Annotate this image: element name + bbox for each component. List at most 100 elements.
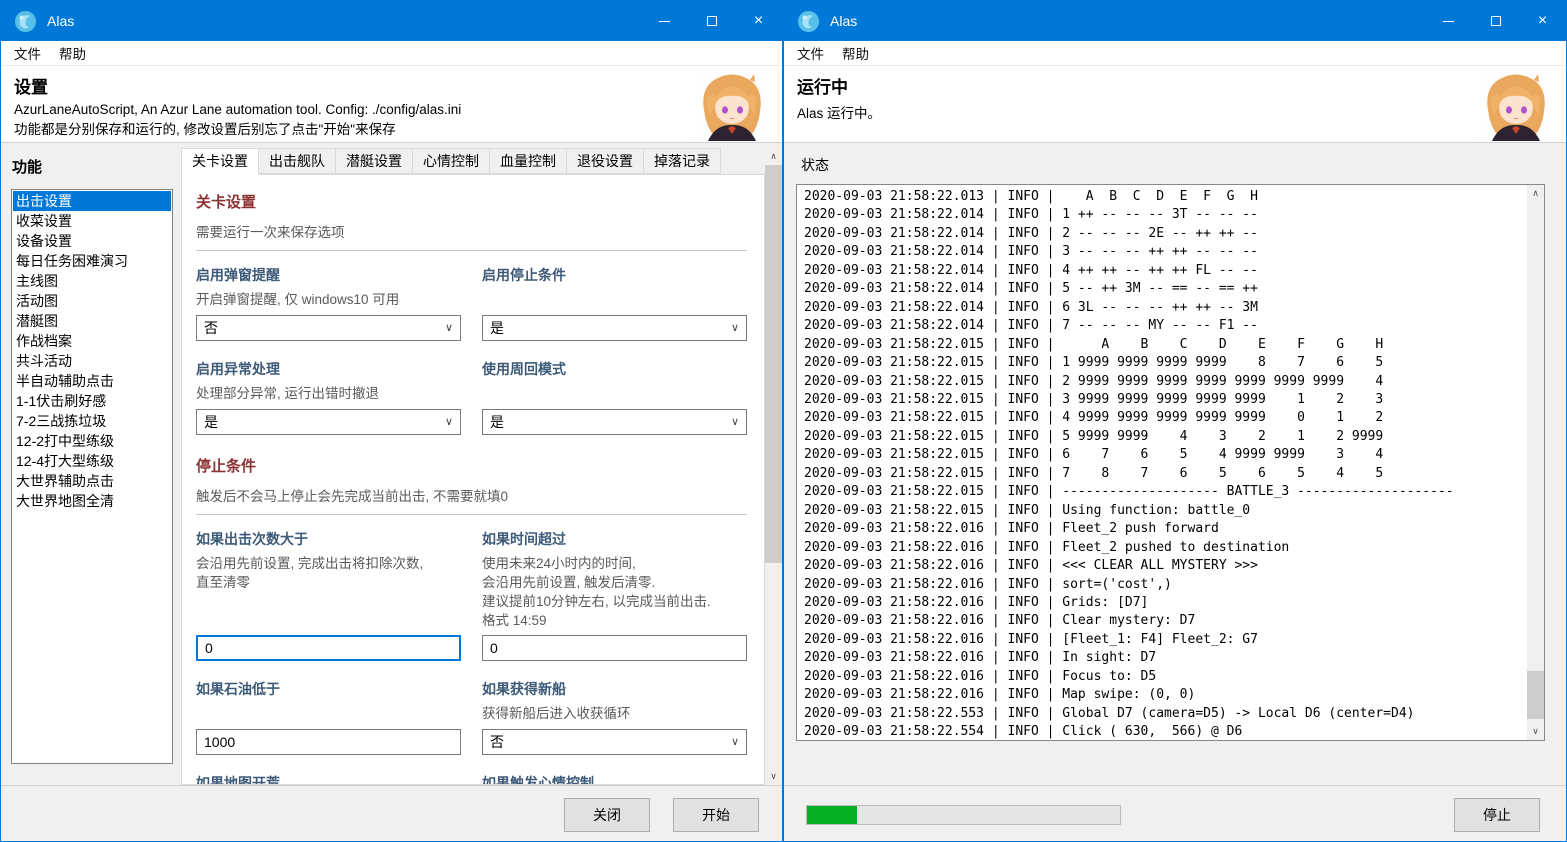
log-scrollbar[interactable]: ∧ ∨ — [1527, 185, 1544, 740]
tab[interactable]: 血量控制 — [489, 148, 567, 174]
sidebar-item[interactable]: 收菜设置 — [13, 211, 171, 231]
chevron-down-icon: ∨ — [731, 323, 739, 334]
stop-condition-select[interactable]: 是 ∨ — [482, 315, 747, 341]
settings-scrollbar[interactable]: ∧ ∨ — [765, 148, 782, 785]
log-line: 2020-09-03 21:58:22.014 | INFO | 5 -- ++… — [804, 280, 1527, 298]
menubar: 文件 帮助 — [784, 41, 1566, 65]
scroll-down-icon[interactable]: ∨ — [1527, 723, 1544, 740]
log-line: 2020-09-03 21:58:22.016 | INFO | Fleet_2… — [804, 520, 1527, 538]
sidebar-item[interactable]: 每日任务困难演习 — [13, 251, 171, 271]
close-button[interactable]: × — [1519, 1, 1566, 41]
scrollbar-thumb[interactable] — [1527, 671, 1544, 719]
sidebar-item[interactable]: 共斗活动 — [13, 351, 171, 371]
sidebar-item[interactable]: 活动图 — [13, 291, 171, 311]
menu-file[interactable]: 文件 — [788, 41, 833, 65]
page-title: 设置 — [1, 66, 782, 101]
settings-tabs[interactable]: 关卡设置出击舰队潜艇设置心情控制血量控制退役设置掉落记录 — [181, 148, 765, 175]
sidebar-item[interactable]: 大世界辅助点击 — [13, 471, 171, 491]
chevron-down-icon: ∨ — [445, 417, 453, 428]
menu-help[interactable]: 帮助 — [50, 41, 95, 65]
run-count-inputbox — [196, 635, 461, 661]
field-desc: 获得新船后进入收获循环 — [482, 704, 747, 723]
close-icon: × — [754, 12, 763, 30]
tab[interactable]: 关卡设置 — [181, 148, 259, 175]
titlebar[interactable]: Alas × — [1, 1, 782, 41]
log-output[interactable]: 2020-09-03 21:58:22.013 | INFO | A B C D… — [797, 185, 1527, 740]
log-box: 2020-09-03 21:58:22.013 | INFO | A B C D… — [796, 184, 1545, 741]
scrollbar-track[interactable] — [765, 165, 782, 768]
close-icon: × — [1538, 12, 1547, 30]
chevron-down-icon: ∨ — [731, 417, 739, 428]
field-loop-mode: 使用周回模式 是 ∨ — [482, 359, 747, 435]
function-list[interactable]: 出击设置收菜设置设备设置每日任务困难演习主线图活动图潜艇图作战档案共斗活动半自动… — [11, 189, 173, 764]
tab[interactable]: 潜艇设置 — [335, 148, 413, 174]
menu-file[interactable]: 文件 — [5, 41, 50, 65]
scroll-up-icon[interactable]: ∧ — [765, 148, 782, 165]
tab[interactable]: 出击舰队 — [258, 148, 336, 174]
field-label: 如果地图开荒 — [196, 773, 461, 785]
section-desc-stage: 需要运行一次来保存选项 — [196, 221, 747, 241]
log-line: 2020-09-03 21:58:22.016 | INFO | <<< CLE… — [804, 557, 1527, 575]
select-value: 否 — [204, 318, 218, 338]
time-limit-input[interactable] — [483, 636, 746, 660]
runner-header: 运行中 Alas 运行中。 — [784, 65, 1566, 143]
settings-main: 关卡设置出击舰队潜艇设置心情控制血量控制退役设置掉落记录 关卡设置 需要运行一次… — [181, 143, 782, 785]
scrollbar-thumb[interactable] — [765, 165, 782, 563]
app-logo-icon — [14, 10, 37, 33]
field-exception: 启用异常处理 处理部分异常, 运行出错时撤退 是 ∨ — [196, 359, 461, 435]
stop-button[interactable]: 停止 — [1454, 798, 1540, 832]
log-line: 2020-09-03 21:58:22.014 | INFO | 4 ++ ++… — [804, 262, 1527, 280]
header-description-1: Alas 运行中。 — [784, 101, 1566, 122]
log-line: 2020-09-03 21:58:22.016 | INFO | sort=('… — [804, 576, 1527, 594]
scroll-up-icon[interactable]: ∧ — [1527, 185, 1544, 202]
sidebar-title: 功能 — [12, 156, 173, 177]
header-description-2: 功能都是分别保存和运行的, 修改设置后别忘了点击"开始"来保存 — [1, 117, 782, 138]
field-time-limit: 如果时间超过 使用未来24小时内的时间, 会沿用先前设置, 触发后清零. 建议提… — [482, 529, 747, 661]
titlebar[interactable]: Alas × — [784, 1, 1566, 41]
oil-inputbox — [196, 729, 461, 755]
sidebar-item[interactable]: 设备设置 — [13, 231, 171, 251]
window-title: Alas — [47, 13, 74, 29]
maximize-button[interactable] — [688, 1, 735, 41]
start-button[interactable]: 开始 — [673, 798, 759, 832]
new-ship-select[interactable]: 否 ∨ — [482, 729, 747, 755]
close-action-button[interactable]: 关闭 — [564, 798, 650, 832]
sidebar-item[interactable]: 半自动辅助点击 — [13, 371, 171, 391]
sidebar-item[interactable]: 出击设置 — [13, 191, 171, 211]
minimize-button[interactable] — [1425, 1, 1472, 41]
sidebar-item[interactable]: 潜艇图 — [13, 311, 171, 331]
log-line: 2020-09-03 21:58:22.016 | INFO | Clear m… — [804, 612, 1527, 630]
tab[interactable]: 退役设置 — [566, 148, 644, 174]
sidebar-item[interactable]: 7-2三战拣垃圾 — [13, 411, 171, 431]
oil-input[interactable] — [197, 730, 460, 754]
maximize-icon — [1491, 16, 1501, 26]
scroll-down-icon[interactable]: ∨ — [765, 768, 782, 785]
sidebar-item[interactable]: 作战档案 — [13, 331, 171, 351]
loop-mode-select[interactable]: 是 ∨ — [482, 409, 747, 435]
minimize-button[interactable] — [641, 1, 688, 41]
close-button[interactable]: × — [735, 1, 782, 41]
field-label: 启用异常处理 — [196, 359, 461, 379]
progress-fill — [807, 806, 857, 824]
menu-help[interactable]: 帮助 — [833, 41, 878, 65]
popup-select[interactable]: 否 ∨ — [196, 315, 461, 341]
sidebar-item[interactable]: 12-4打大型练级 — [13, 451, 171, 471]
run-count-input[interactable] — [198, 637, 459, 659]
maximize-button[interactable] — [1472, 1, 1519, 41]
log-line: 2020-09-03 21:58:22.015 | INFO | 7 8 7 6… — [804, 465, 1527, 483]
log-line: 2020-09-03 21:58:22.015 | INFO | 3 9999 … — [804, 391, 1527, 409]
field-label: 启用弹窗提醒 — [196, 265, 461, 285]
sidebar-item[interactable]: 1-1伏击刷好感 — [13, 391, 171, 411]
log-line: 2020-09-03 21:58:22.015 | INFO | 6 7 6 5… — [804, 446, 1527, 464]
settings-body: 功能 出击设置收菜设置设备设置每日任务困难演习主线图活动图潜艇图作战档案共斗活动… — [1, 143, 782, 785]
tab[interactable]: 心情控制 — [412, 148, 490, 174]
sidebar-item[interactable]: 大世界地图全清 — [13, 491, 171, 511]
scrollbar-track[interactable] — [1527, 202, 1544, 723]
tab[interactable]: 掉落记录 — [643, 148, 721, 174]
sidebar-item[interactable]: 主线图 — [13, 271, 171, 291]
runner-window: Alas × 文件 帮助 运行中 Alas 运行中。 — [783, 0, 1567, 842]
field-run-count: 如果出击次数大于 会沿用先前设置, 完成出击将扣除次数, 直至清零 — [196, 529, 461, 661]
field-new-ship: 如果获得新船 获得新船后进入收获循环 否 ∨ — [482, 679, 747, 755]
sidebar-item[interactable]: 12-2打中型练级 — [13, 431, 171, 451]
exception-select[interactable]: 是 ∨ — [196, 409, 461, 435]
